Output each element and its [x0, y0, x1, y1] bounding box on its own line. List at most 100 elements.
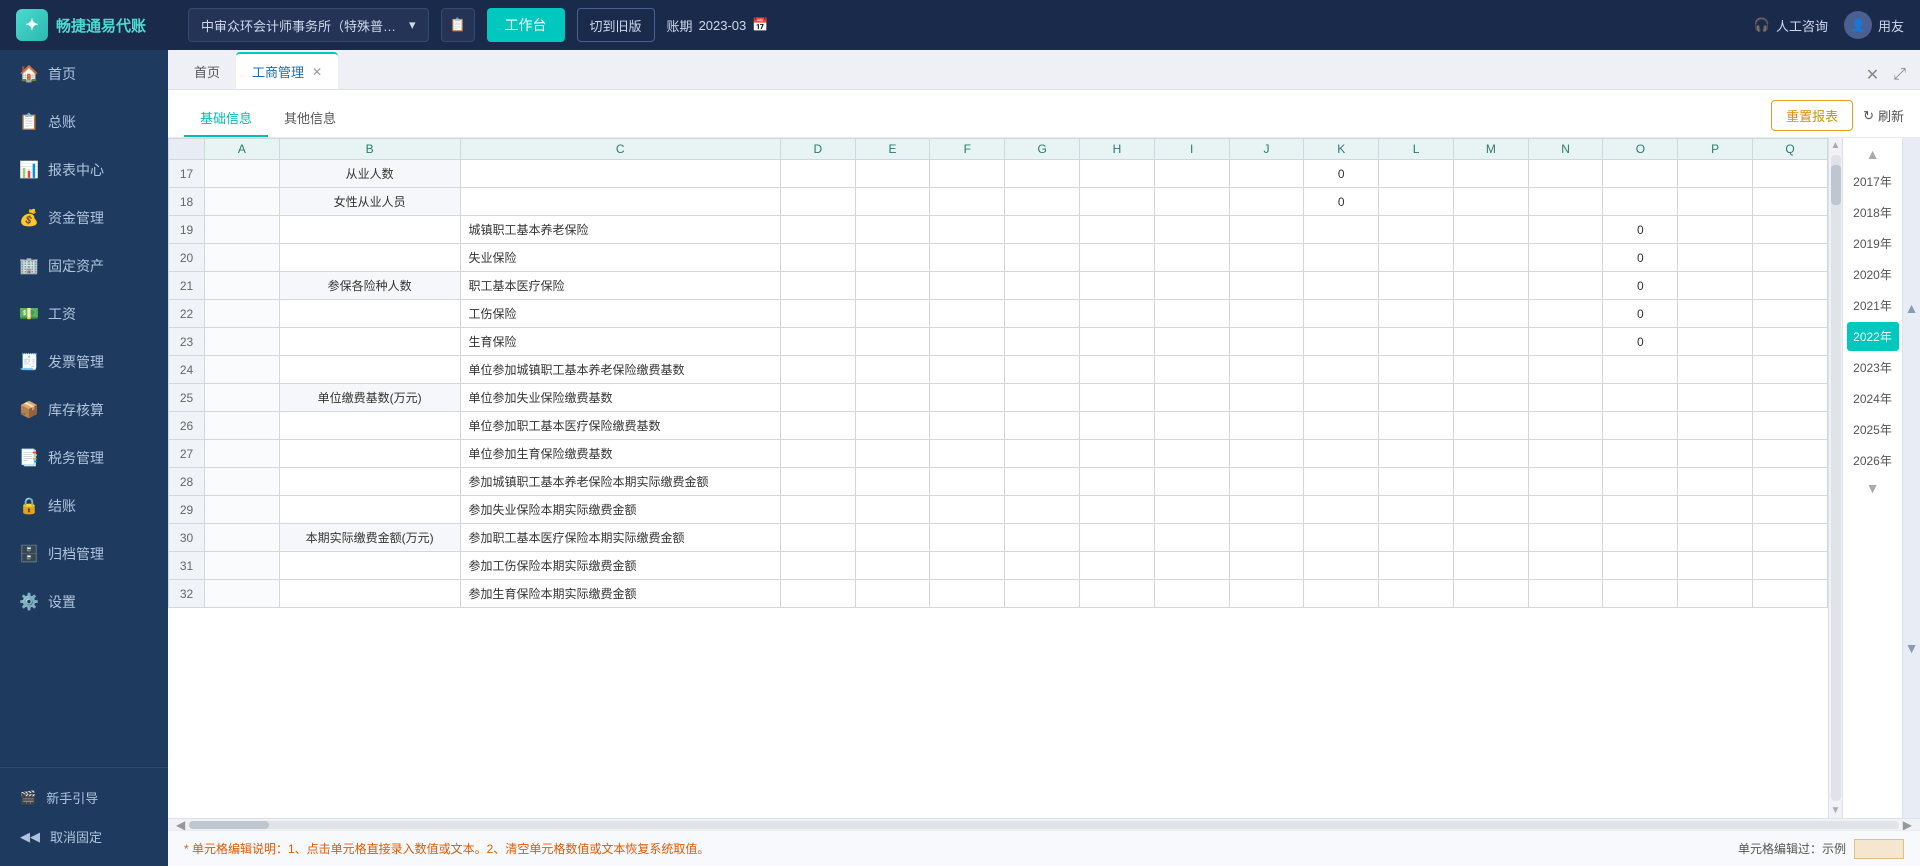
cell-22-j[interactable]: [1229, 300, 1304, 328]
cell-28-g[interactable]: [1005, 468, 1080, 496]
cell-23-l[interactable]: [1379, 328, 1454, 356]
cell-21-l[interactable]: [1379, 272, 1454, 300]
vertical-scrollbar[interactable]: ▲ ▼: [1828, 138, 1842, 818]
cell-27-m[interactable]: [1453, 440, 1528, 468]
cell-17-e[interactable]: [855, 160, 930, 188]
new-guide-button[interactable]: 🎬 新手引导: [0, 778, 168, 817]
sidebar-item-report[interactable]: 📊 报表中心: [0, 146, 168, 194]
cell-22-c[interactable]: 工伤保险: [460, 300, 780, 328]
year-2022[interactable]: 2022年: [1847, 322, 1899, 351]
cell-30-d[interactable]: [780, 524, 855, 552]
unpin-button[interactable]: ◀◀ 取消固定: [0, 817, 168, 856]
cell-24-k[interactable]: [1304, 356, 1379, 384]
cell-31-l[interactable]: [1379, 552, 1454, 580]
cell-25-n[interactable]: [1528, 384, 1603, 412]
sub-tab-basic[interactable]: 基础信息: [184, 100, 268, 137]
cell-28-o[interactable]: [1603, 468, 1678, 496]
cell-31-n[interactable]: [1528, 552, 1603, 580]
cell-24-f[interactable]: [930, 356, 1005, 384]
cell-25-d[interactable]: [780, 384, 855, 412]
cell-32-a[interactable]: [205, 580, 280, 608]
cell-32-i[interactable]: [1154, 580, 1229, 608]
cell-19-m[interactable]: [1453, 216, 1528, 244]
cell-22-l[interactable]: [1379, 300, 1454, 328]
cell-17-j[interactable]: [1229, 160, 1304, 188]
cell-19-b[interactable]: [279, 216, 460, 244]
hscroll-track[interactable]: [189, 821, 1899, 829]
cell-17-m[interactable]: [1453, 160, 1528, 188]
cell-24-d[interactable]: [780, 356, 855, 384]
cell-29-q[interactable]: [1753, 496, 1828, 524]
cell-20-e[interactable]: [855, 244, 930, 272]
ai-consult-button[interactable]: 🎧 人工咨询: [1754, 16, 1828, 35]
cell-25-o[interactable]: [1603, 384, 1678, 412]
cell-21-d[interactable]: [780, 272, 855, 300]
cell-25-f[interactable]: [930, 384, 1005, 412]
cell-25-e[interactable]: [855, 384, 930, 412]
cell-21-h[interactable]: [1080, 272, 1155, 300]
cell-18-d[interactable]: [780, 188, 855, 216]
cell-18-g[interactable]: [1005, 188, 1080, 216]
cell-29-p[interactable]: [1678, 496, 1753, 524]
cell-22-p[interactable]: [1678, 300, 1753, 328]
cell-21-g[interactable]: [1005, 272, 1080, 300]
cell-22-m[interactable]: [1453, 300, 1528, 328]
cell-31-o[interactable]: [1603, 552, 1678, 580]
year-2026[interactable]: 2026年: [1847, 446, 1899, 475]
cell-29-o[interactable]: [1603, 496, 1678, 524]
cell-17-c[interactable]: [460, 160, 780, 188]
cell-17-q[interactable]: [1753, 160, 1828, 188]
cell-23-b[interactable]: [279, 328, 460, 356]
cell-24-l[interactable]: [1379, 356, 1454, 384]
cell-22-k[interactable]: [1304, 300, 1379, 328]
cell-30-l[interactable]: [1379, 524, 1454, 552]
cell-28-f[interactable]: [930, 468, 1005, 496]
cell-26-c[interactable]: 单位参加职工基本医疗保险缴费基数: [460, 412, 780, 440]
cell-19-a[interactable]: [205, 216, 280, 244]
cell-28-c[interactable]: 参加城镇职工基本养老保险本期实际缴费金额: [460, 468, 780, 496]
cell-19-l[interactable]: [1379, 216, 1454, 244]
sub-tab-other[interactable]: 其他信息: [268, 100, 352, 137]
cell-26-f[interactable]: [930, 412, 1005, 440]
cell-25-p[interactable]: [1678, 384, 1753, 412]
cell-29-e[interactable]: [855, 496, 930, 524]
cell-19-c[interactable]: 城镇职工基本养老保险: [460, 216, 780, 244]
cell-22-h[interactable]: [1080, 300, 1155, 328]
cell-28-i[interactable]: [1154, 468, 1229, 496]
cell-25-k[interactable]: [1304, 384, 1379, 412]
cell-27-h[interactable]: [1080, 440, 1155, 468]
cell-27-p[interactable]: [1678, 440, 1753, 468]
hscroll-thumb[interactable]: [189, 821, 269, 829]
cell-29-d[interactable]: [780, 496, 855, 524]
cell-28-m[interactable]: [1453, 468, 1528, 496]
cell-28-l[interactable]: [1379, 468, 1454, 496]
cell-22-b[interactable]: [279, 300, 460, 328]
cell-27-j[interactable]: [1229, 440, 1304, 468]
cell-19-o[interactable]: 0: [1603, 216, 1678, 244]
cell-18-e[interactable]: [855, 188, 930, 216]
cell-18-o[interactable]: [1603, 188, 1678, 216]
cell-26-n[interactable]: [1528, 412, 1603, 440]
cell-23-m[interactable]: [1453, 328, 1528, 356]
cell-31-k[interactable]: [1304, 552, 1379, 580]
cell-18-p[interactable]: [1678, 188, 1753, 216]
cell-26-h[interactable]: [1080, 412, 1155, 440]
cell-20-h[interactable]: [1080, 244, 1155, 272]
cell-27-l[interactable]: [1379, 440, 1454, 468]
cell-21-m[interactable]: [1453, 272, 1528, 300]
cell-29-k[interactable]: [1304, 496, 1379, 524]
year-2024[interactable]: 2024年: [1847, 384, 1899, 413]
cell-26-l[interactable]: [1379, 412, 1454, 440]
cell-24-m[interactable]: [1453, 356, 1528, 384]
calendar-icon[interactable]: 📅: [752, 17, 768, 33]
cell-31-j[interactable]: [1229, 552, 1304, 580]
workbench-button[interactable]: 工作台: [487, 8, 565, 42]
cell-31-b[interactable]: [279, 552, 460, 580]
cell-25-b[interactable]: 单位缴费基数(万元): [279, 384, 460, 412]
cell-17-k[interactable]: 0: [1304, 160, 1379, 188]
cell-20-q[interactable]: [1753, 244, 1828, 272]
cell-25-j[interactable]: [1229, 384, 1304, 412]
vscroll-thumb[interactable]: [1831, 165, 1841, 205]
cell-23-q[interactable]: [1753, 328, 1828, 356]
cell-32-n[interactable]: [1528, 580, 1603, 608]
